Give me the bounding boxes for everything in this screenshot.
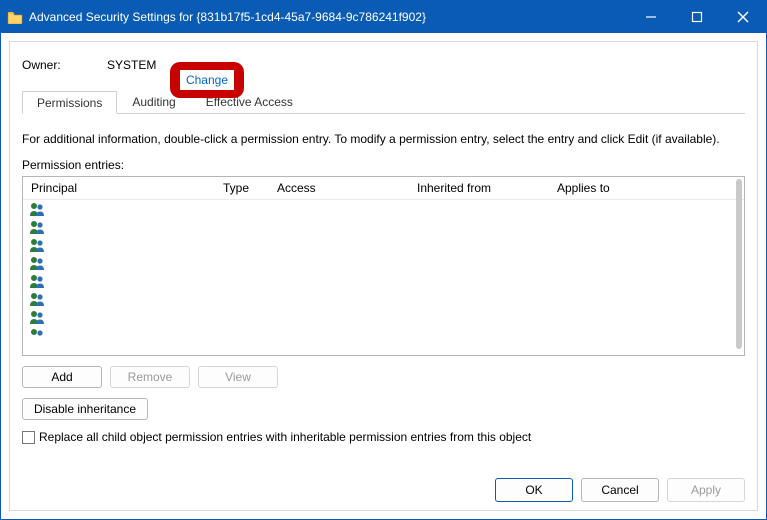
col-header-applies[interactable]: Applies to xyxy=(557,181,736,195)
group-icon xyxy=(29,237,45,253)
close-button[interactable] xyxy=(720,1,766,33)
table-row[interactable] xyxy=(29,272,744,290)
col-header-principal[interactable]: Principal xyxy=(31,181,223,195)
table-row[interactable] xyxy=(29,308,744,326)
folder-icon xyxy=(7,10,23,24)
disable-inheritance-button[interactable]: Disable inheritance xyxy=(22,398,148,420)
permission-entries-grid[interactable]: Principal Type Access Inherited from App… xyxy=(22,176,745,356)
window-title: Advanced Security Settings for {831b17f5… xyxy=(29,10,426,24)
table-row[interactable] xyxy=(29,236,744,254)
group-icon xyxy=(29,219,45,235)
advanced-security-window: Advanced Security Settings for {831b17f5… xyxy=(0,0,767,520)
group-icon xyxy=(29,309,45,325)
group-icon xyxy=(29,201,45,217)
ok-button[interactable]: OK xyxy=(495,478,573,502)
col-header-type[interactable]: Type xyxy=(223,181,277,195)
replace-all-label: Replace all child object permission entr… xyxy=(39,430,531,444)
group-icon xyxy=(29,273,45,289)
view-button: View xyxy=(198,366,278,388)
tabs: Permissions Auditing Effective Access xyxy=(22,90,745,114)
table-row[interactable] xyxy=(29,218,744,236)
client-area: Change Owner: SYSTEM Permissions Auditin… xyxy=(1,33,766,519)
table-row[interactable] xyxy=(29,290,744,308)
group-icon xyxy=(29,255,45,271)
group-icon xyxy=(29,291,45,307)
cancel-button[interactable]: Cancel xyxy=(581,478,659,502)
owner-row: Owner: SYSTEM xyxy=(22,58,745,72)
tab-permissions[interactable]: Permissions xyxy=(22,91,117,114)
owner-label: Owner: xyxy=(22,58,107,72)
replace-all-row[interactable]: Replace all child object permission entr… xyxy=(22,430,745,444)
permission-entries-label: Permission entries: xyxy=(22,158,745,172)
owner-value: SYSTEM xyxy=(107,58,156,72)
add-button[interactable]: Add xyxy=(22,366,102,388)
table-row[interactable] xyxy=(29,254,744,272)
apply-button: Apply xyxy=(667,478,745,502)
grid-scrollbar[interactable] xyxy=(736,179,742,349)
replace-all-checkbox[interactable] xyxy=(22,431,35,444)
change-owner-link[interactable]: Change xyxy=(186,73,228,87)
table-row[interactable] xyxy=(29,200,744,218)
highlight-annotation: Change xyxy=(170,62,244,98)
col-header-inherited[interactable]: Inherited from xyxy=(417,181,557,195)
grid-header: Principal Type Access Inherited from App… xyxy=(23,177,744,200)
group-icon xyxy=(29,327,45,343)
remove-button: Remove xyxy=(110,366,190,388)
maximize-button[interactable] xyxy=(674,1,720,33)
info-text: For additional information, double-click… xyxy=(22,132,745,146)
minimize-button[interactable] xyxy=(628,1,674,33)
table-row[interactable] xyxy=(29,326,744,344)
titlebar[interactable]: Advanced Security Settings for {831b17f5… xyxy=(1,1,766,33)
col-header-access[interactable]: Access xyxy=(277,181,417,195)
